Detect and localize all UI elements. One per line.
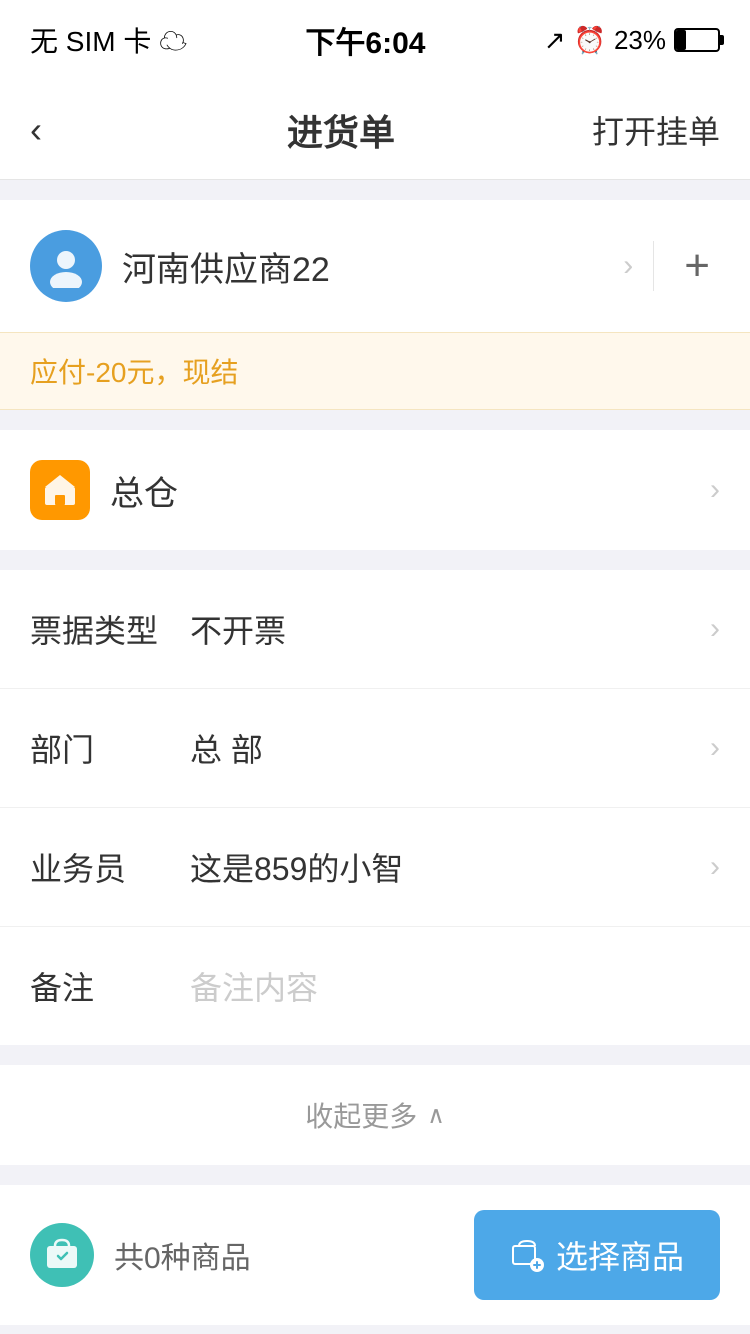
bottom-bar: 共0种商品 选择商品 [0,1185,750,1325]
warehouse-chevron-icon: › [710,473,720,507]
collapse-arrow-icon: ∧ [427,1101,445,1130]
salesperson-value: 这是859的小智 [170,844,700,890]
add-supplier-button[interactable]: + [674,241,720,291]
ticket-type-label: 票据类型 [30,606,170,652]
form-section: 票据类型 不开票 › 部门 总 部 › 业务员 这是859的小智 › 备注 备注… [0,570,750,1045]
collapse-bar[interactable]: 收起更多 ∧ [0,1065,750,1165]
collapse-label: 收起更多 [305,1095,417,1135]
select-goods-button[interactable]: 选择商品 [474,1210,720,1300]
warehouse-icon [30,460,90,520]
product-count-text: 共0种商品 [114,1233,251,1277]
page-title: 进货单 [287,104,395,156]
status-bar: 无 SIM 卡 ☁ 下午6:04 ↗ ⏰ 23% [0,0,750,80]
supplier-name: 河南供应商22 [122,242,613,291]
section-gap-top [0,180,750,200]
status-time: 下午6:04 [305,18,425,62]
salesperson-label: 业务员 [30,844,170,890]
notice-bar: 应付-20元，现结 [0,332,750,410]
department-row[interactable]: 部门 总 部 › [0,689,750,808]
supplier-avatar [30,230,102,302]
supplier-chevron-icon: › [623,249,633,283]
status-right: ↗ ⏰ 23% [544,25,720,56]
warehouse-name: 总仓 [110,466,700,515]
supplier-divider [653,241,654,291]
battery-percent: 23% [614,25,666,56]
ticket-type-value: 不开票 [170,606,700,652]
ticket-type-chevron-icon: › [710,612,720,646]
department-label: 部门 [30,725,170,771]
alarm-icon: ⏰ [574,25,606,56]
select-goods-label: 选择商品 [556,1232,684,1278]
status-left: 无 SIM 卡 ☁ [30,20,187,60]
ticket-type-row[interactable]: 票据类型 不开票 › [0,570,750,689]
remark-label: 备注 [30,963,170,1009]
warehouse-card: 总仓 › [0,430,750,550]
nav-bar: ‹ 进货单 打开挂单 [0,80,750,180]
product-icon [30,1223,94,1287]
battery-icon [674,28,720,52]
salesperson-chevron-icon: › [710,850,720,884]
notice-text: 应付-20元，现结 [30,357,238,388]
warehouse-row[interactable]: 总仓 › [0,430,750,550]
supplier-row[interactable]: 河南供应商22 › + [0,200,750,332]
remark-row[interactable]: 备注 备注内容 [0,927,750,1045]
open-pending-button[interactable]: 打开挂单 [592,107,720,153]
department-value: 总 部 [170,725,700,771]
back-button[interactable]: ‹ [30,109,90,151]
salesperson-row[interactable]: 业务员 这是859的小智 › [0,808,750,927]
department-chevron-icon: › [710,731,720,765]
product-count-area: 共0种商品 [30,1223,251,1287]
location-icon: ↗ [544,25,566,56]
remark-input[interactable]: 备注内容 [170,963,720,1009]
supplier-card: 河南供应商22 › + 应付-20元，现结 [0,200,750,410]
